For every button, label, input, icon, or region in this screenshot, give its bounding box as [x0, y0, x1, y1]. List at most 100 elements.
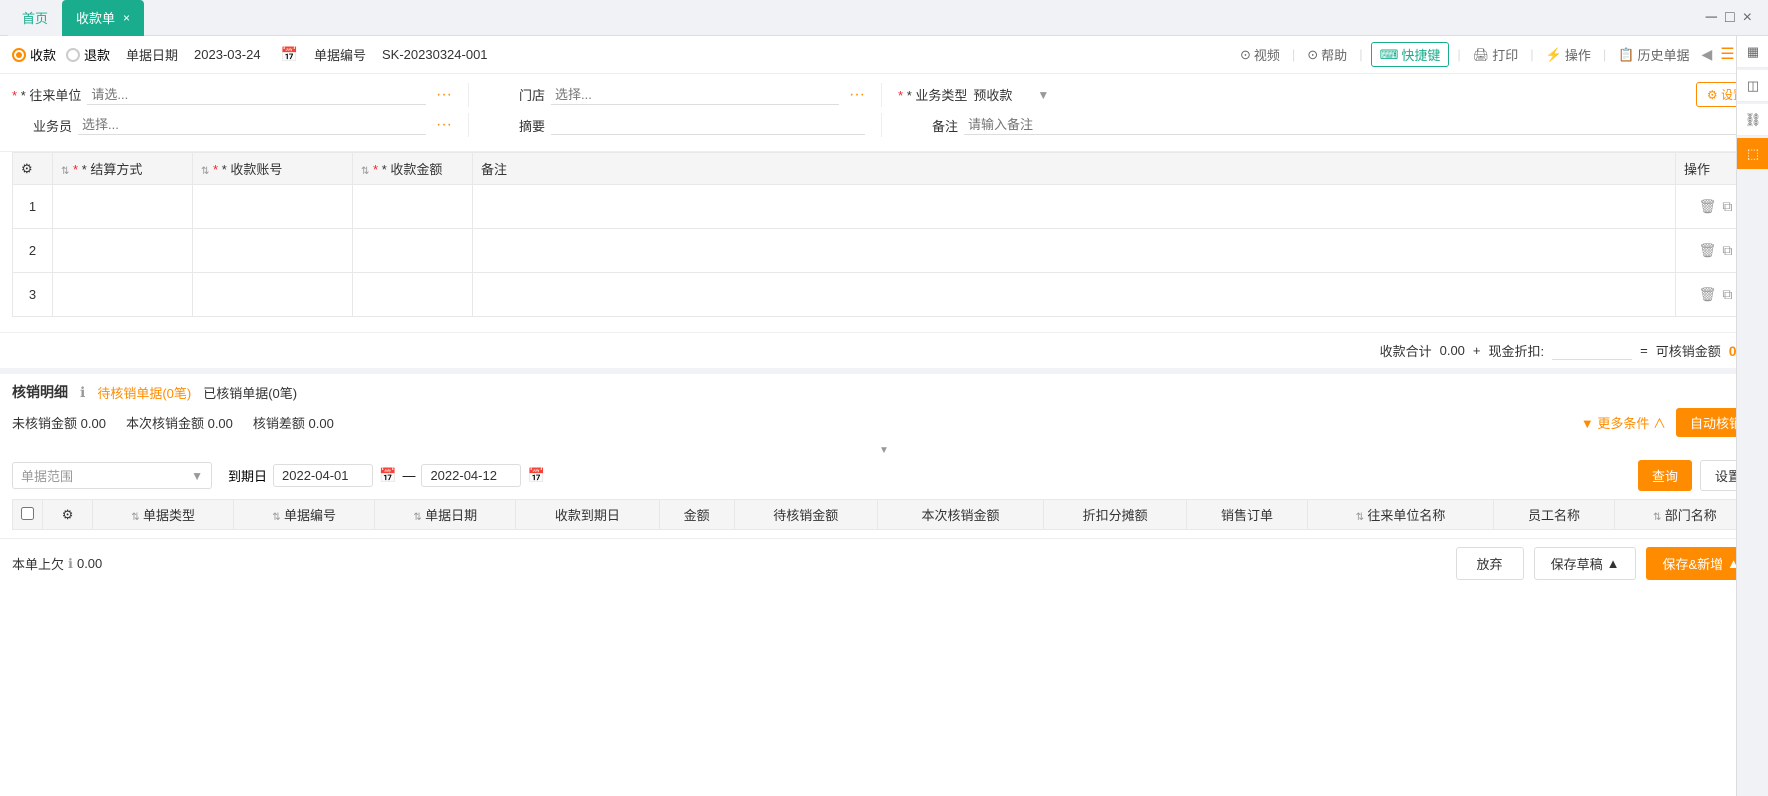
summary-input[interactable]: [551, 115, 865, 135]
sidebar-icon-4[interactable]: ⬚: [1737, 138, 1768, 170]
sidebar-icon-1[interactable]: ▦: [1737, 36, 1768, 68]
close-button[interactable]: ×: [1743, 9, 1752, 27]
total-value: 0.00: [1440, 343, 1465, 358]
select-all-checkbox[interactable]: [21, 507, 34, 520]
expand-icon: ⬚: [1747, 146, 1759, 162]
cell-remark-3[interactable]: [473, 273, 1676, 317]
store-input[interactable]: [551, 85, 839, 105]
th-due-date: 收款到期日: [516, 500, 659, 530]
help-icon: ⊙: [1307, 47, 1318, 63]
history-btn[interactable]: 📋 历史单据: [1614, 43, 1693, 66]
abandon-button[interactable]: 放弃: [1456, 547, 1524, 580]
table-icon: ▦: [1747, 44, 1759, 60]
print-btn[interactable]: 🖨 打印: [1469, 43, 1523, 66]
unverified-stat: 未核销金额 0.00: [12, 413, 106, 432]
pending-link[interactable]: 待核销单据(0笔): [97, 383, 191, 402]
cell-account-3[interactable]: [193, 273, 353, 317]
bottom-table-header: ⚙ ⇅ 单据类型 ⇅ 单据编号 ⇅ 单据日期: [13, 500, 1756, 530]
radio-dot-tuikuan: [66, 48, 80, 62]
draft-button[interactable]: 保存草稿 ▲: [1534, 547, 1637, 580]
counterpart-more-btn[interactable]: ···: [436, 87, 452, 103]
cell-settlement-1[interactable]: [53, 185, 193, 229]
date-range: 到期日 📅 — 📅: [228, 464, 545, 487]
chevron-down-icon: ▼: [1037, 88, 1049, 102]
cell-amount-1[interactable]: [353, 185, 473, 229]
summary-field: 摘要: [485, 115, 865, 135]
sidebar-icon-2[interactable]: ◫: [1737, 70, 1768, 102]
radio-shoukuan[interactable]: 收款: [12, 45, 56, 64]
calendar-icon-start[interactable]: 📅: [379, 467, 396, 484]
tab-bar: 首页 收款单 × ─ □ ×: [0, 0, 1768, 36]
maximize-button[interactable]: □: [1725, 9, 1735, 27]
cell-account-2[interactable]: [193, 229, 353, 273]
bottom-table: ⚙ ⇅ 单据类型 ⇅ 单据编号 ⇅ 单据日期: [12, 499, 1756, 530]
cell-amount-2[interactable]: [353, 229, 473, 273]
gear-th[interactable]: ⚙: [13, 153, 53, 185]
calendar-icon-end[interactable]: 📅: [527, 467, 544, 484]
due-end-input[interactable]: [421, 464, 521, 487]
tab-shoukuan[interactable]: 收款单 ×: [62, 0, 144, 36]
info-icon[interactable]: ℹ: [68, 556, 73, 572]
delete-btn-3[interactable]: 🗑: [1699, 286, 1717, 303]
shortcut-btn[interactable]: ⌨ 快捷键: [1371, 42, 1450, 67]
radio-tuikuan[interactable]: 退款: [66, 45, 110, 64]
toolbar: 收款 退款 单据日期 2023-03-24 📅 单据编号 SK-20230324…: [0, 36, 1768, 74]
footer-left: 本单上欠 ℹ 0.00: [12, 554, 102, 573]
delete-btn-1[interactable]: 🗑: [1699, 198, 1717, 215]
th-current-amount: 本次核销金额: [877, 500, 1043, 530]
minimize-button[interactable]: ─: [1706, 9, 1717, 27]
th-checkbox[interactable]: [13, 500, 43, 530]
cell-remark-2[interactable]: [473, 229, 1676, 273]
copy-btn-2[interactable]: ⧉: [1722, 242, 1732, 259]
th-account: ⇅ * * 收款账号: [193, 153, 353, 185]
range-select[interactable]: 单据范围 ▼: [12, 462, 212, 489]
draft-chevron-icon: ▲: [1607, 556, 1620, 571]
due-label: 到期日: [228, 466, 267, 485]
query-button[interactable]: 查询: [1638, 460, 1692, 491]
more-conditions-btn[interactable]: ▼ 更多条件 ∧: [1581, 413, 1666, 432]
tab-close-icon[interactable]: ×: [123, 11, 130, 25]
copy-btn-3[interactable]: ⧉: [1722, 286, 1732, 303]
th-discount: 折扣分摊额: [1043, 500, 1186, 530]
th-gear[interactable]: ⚙: [43, 500, 93, 530]
cell-remark-1[interactable]: [473, 185, 1676, 229]
video-btn[interactable]: ⊙ 视频: [1236, 43, 1284, 66]
form-row-2: 业务员 ··· 摘要 备注: [12, 113, 1756, 137]
hexiao-filter-row: 单据范围 ▼ 到期日 📅 — 📅 查询 设置: [12, 460, 1756, 491]
calendar-icon[interactable]: 📅: [281, 46, 298, 63]
cell-settlement-2[interactable]: [53, 229, 193, 273]
hexiao-info-icon[interactable]: ℹ: [80, 384, 85, 401]
th-doc-date: ⇅ 单据日期: [375, 500, 516, 530]
action-btn[interactable]: ⚡ 操作: [1542, 43, 1595, 66]
business-type-label: * * 业务类型: [898, 85, 967, 104]
delete-btn-2[interactable]: 🗑: [1699, 242, 1717, 259]
divider-3: [468, 113, 469, 137]
discount-input[interactable]: [1552, 342, 1632, 360]
form-area: * * 往来单位 ··· 门店 ··· * * 业务类型 预收款 ▼: [0, 74, 1768, 152]
copy-btn-1[interactable]: ⧉: [1722, 198, 1732, 215]
cell-amount-3[interactable]: [353, 273, 473, 317]
table-body: 1 🗑 ⧉ 2: [13, 185, 1756, 317]
prev-arrow[interactable]: ◀: [1701, 46, 1712, 63]
remark-input[interactable]: [964, 115, 1756, 135]
diff-stat: 核销差额 0.00: [253, 413, 334, 432]
th-doc-type: ⇅ 单据类型: [93, 500, 234, 530]
bottom-value: 0.00: [77, 556, 102, 571]
done-link[interactable]: 已核销单据(0笔): [203, 383, 297, 402]
cell-account-1[interactable]: [193, 185, 353, 229]
list-view-btn[interactable]: ☰: [1720, 44, 1734, 66]
tab-home[interactable]: 首页: [8, 0, 62, 36]
salesperson-input[interactable]: [78, 115, 426, 135]
gear-icon-bottom: ⚙: [62, 507, 74, 522]
salesperson-more-btn[interactable]: ···: [436, 117, 452, 133]
sidebar-icon-3[interactable]: ⛓: [1737, 104, 1768, 136]
link-icon: ⛓: [1745, 112, 1762, 128]
cell-settlement-3[interactable]: [53, 273, 193, 317]
row-num-1: 1: [13, 185, 53, 229]
business-type-select[interactable]: 预收款 ▼: [973, 85, 1690, 104]
help-btn[interactable]: ⊙ 帮助: [1303, 43, 1351, 66]
radio-group: 收款 退款: [12, 45, 110, 64]
store-more-btn[interactable]: ···: [849, 87, 865, 103]
counterpart-input[interactable]: [87, 85, 426, 105]
due-start-input[interactable]: [273, 464, 373, 487]
